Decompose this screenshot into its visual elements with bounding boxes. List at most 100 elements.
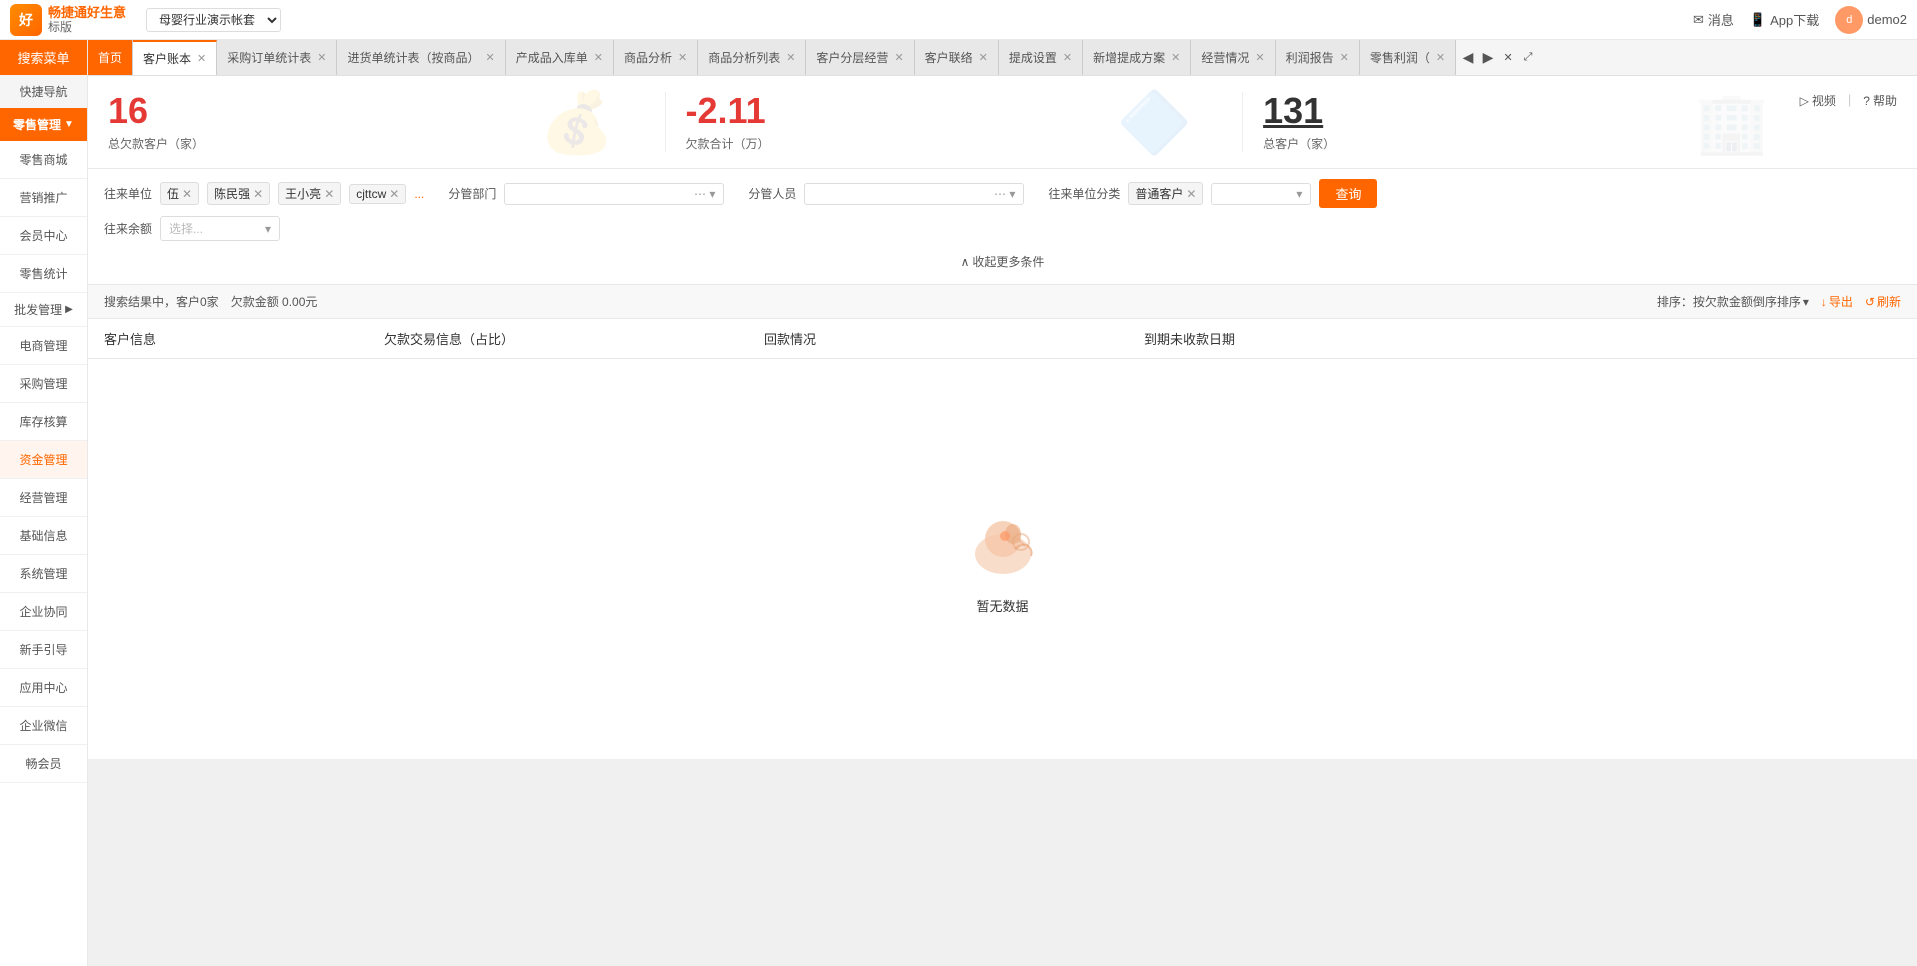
tab-new-promo[interactable]: 新增提成方案 ✕: [1083, 40, 1191, 76]
account-dropdown[interactable]: 母婴行业演示帐套: [146, 8, 281, 32]
sidebar-item-enterprise-wechat[interactable]: 企业微信: [0, 707, 87, 745]
filter-remain-label: 往来余额: [104, 220, 152, 237]
message-btn[interactable]: ✉ 消息: [1693, 10, 1734, 29]
tab-inbound-stats[interactable]: 进货单统计表（按商品） ✕: [337, 40, 505, 76]
query-button[interactable]: 查询: [1319, 179, 1377, 208]
filter-row-1: 往来单位 伍 ✕ 陈民强 ✕ 王小亮 ✕: [104, 179, 1901, 208]
stat-label-customers: 总欠款客户（家）: [108, 135, 204, 152]
tab-next-btn[interactable]: ▶: [1478, 40, 1498, 76]
sidebar-section-retail[interactable]: 零售管理 ▼: [0, 108, 87, 141]
app-download-btn[interactable]: 📱 App下载: [1750, 10, 1819, 29]
logo: 好 畅捷通好生意 标版: [10, 4, 126, 36]
tab-close-customer-contact[interactable]: ✕: [979, 51, 988, 64]
filter-category-dropdown[interactable]: ▾: [1211, 183, 1311, 205]
sidebar-item-basic-info[interactable]: 基础信息: [0, 517, 87, 555]
tab-profit-report[interactable]: 利润报告 ✕: [1276, 40, 1360, 76]
tab-close-inbound-stats[interactable]: ✕: [486, 51, 495, 64]
tab-close-product-analysis[interactable]: ✕: [678, 51, 687, 64]
filter-tag-unit-3: 王小亮 ✕: [278, 182, 341, 205]
tab-prev-btn[interactable]: ◀: [1458, 40, 1478, 76]
user-profile-btn[interactable]: d demo2: [1835, 6, 1907, 34]
export-icon: ↓: [1821, 295, 1827, 309]
tab-close-customer-accounts[interactable]: ✕: [197, 52, 206, 65]
filter-person-dropdown[interactable]: ⋯ ▾: [804, 183, 1024, 205]
sidebar-item-marketing[interactable]: 营销推广: [0, 179, 87, 217]
tab-maximize-btn[interactable]: ⤢: [1518, 40, 1538, 76]
sidebar-item-purchase[interactable]: 采购管理: [0, 365, 87, 403]
table-header: 客户信息 欠款交易信息（占比） 回款情况 到期未收款日期: [88, 319, 1917, 359]
col-header-due-date: 到期未收款日期: [1144, 329, 1901, 348]
search-result-label: 搜索结果中，客户0家: [104, 293, 219, 310]
filter-tag-category-1: 普通客户 ✕: [1128, 182, 1203, 205]
filter-remain-dropdown[interactable]: 选择... ▾: [160, 216, 280, 241]
tab-business-status[interactable]: 经营情况 ✕: [1191, 40, 1275, 76]
tab-close-promo-settings[interactable]: ✕: [1063, 51, 1072, 64]
sidebar-quick-nav[interactable]: 快捷导航: [0, 75, 87, 108]
remain-caret-icon: ▾: [265, 222, 271, 236]
tab-close-product-analysis-list[interactable]: ✕: [786, 51, 795, 64]
tab-product-analysis-list[interactable]: 商品分析列表 ✕: [698, 40, 806, 76]
filter-collapse-btn[interactable]: ∧ 收起更多条件: [104, 249, 1901, 274]
help-link[interactable]: ? 帮助: [1863, 92, 1897, 109]
video-link[interactable]: ▷ 视频: [1800, 92, 1836, 109]
results-bar: 搜索结果中，客户0家 欠款金额 0.00元 排序：按欠款金额倒序排序 ▾ ↓ 导…: [88, 285, 1917, 319]
col-header-debt: 欠款交易信息（占比）: [384, 329, 764, 348]
empty-text: 暂无数据: [976, 596, 1028, 615]
chevron-up-icon: ∧: [961, 255, 970, 269]
filter-dept-dropdown[interactable]: ⋯ ▾: [504, 183, 724, 205]
avatar: d: [1835, 6, 1863, 34]
filter-more-units[interactable]: ...: [414, 187, 424, 201]
sidebar-search[interactable]: 搜索菜单: [0, 40, 87, 75]
sidebar-item-app-center[interactable]: 应用中心: [0, 669, 87, 707]
sidebar-item-retail-shop[interactable]: 零售商城: [0, 141, 87, 179]
tab-close-retail-profit[interactable]: ✕: [1436, 51, 1445, 64]
stat-value-amount: -2.11: [686, 93, 770, 129]
top-actions: ▷ 视频 | ? 帮助: [1800, 92, 1897, 152]
empty-state: 暂无数据: [963, 444, 1043, 675]
filter-tag-remove-unit-2[interactable]: ✕: [253, 187, 263, 201]
sidebar-item-wholesale[interactable]: 批发管理 ▶: [0, 293, 87, 327]
refresh-icon: ↺: [1865, 295, 1875, 309]
sidebar-item-enterprise-collab[interactable]: 企业协同: [0, 593, 87, 631]
sidebar-item-members[interactable]: 会员中心: [0, 217, 87, 255]
tab-close-all-btn[interactable]: ✕: [1498, 40, 1518, 76]
sidebar-item-chang-member[interactable]: 畅会员: [0, 745, 87, 783]
tab-close-product-inbound[interactable]: ✕: [594, 51, 603, 64]
tab-purchase-orders[interactable]: 采购订单统计表 ✕: [217, 40, 337, 76]
tab-product-analysis[interactable]: 商品分析 ✕: [614, 40, 698, 76]
tab-close-new-promo[interactable]: ✕: [1171, 51, 1180, 64]
top-bar: 好 畅捷通好生意 标版 母婴行业演示帐套 ✉ 消息 📱 App下载 d demo…: [0, 0, 1917, 40]
filter-area: 往来单位 伍 ✕ 陈民强 ✕ 王小亮 ✕: [88, 169, 1917, 285]
sidebar-item-ecommerce[interactable]: 电商管理: [0, 327, 87, 365]
tab-close-purchase-orders[interactable]: ✕: [317, 51, 326, 64]
category-caret-icon: ▾: [1296, 187, 1302, 201]
filter-tag-remove-unit-3[interactable]: ✕: [324, 187, 334, 201]
filter-unit-label: 往来单位: [104, 185, 152, 202]
tab-home[interactable]: 首页: [88, 40, 133, 76]
filter-tag-remove-unit-4[interactable]: ✕: [389, 187, 399, 201]
sidebar-item-retail-stats[interactable]: 零售统计: [0, 255, 87, 293]
tab-close-profit-report[interactable]: ✕: [1340, 51, 1349, 64]
export-btn[interactable]: ↓ 导出: [1821, 293, 1853, 310]
sidebar-item-system[interactable]: 系统管理: [0, 555, 87, 593]
account-select[interactable]: 母婴行业演示帐套: [146, 8, 281, 32]
sort-btn[interactable]: 排序：按欠款金额倒序排序 ▾: [1657, 293, 1809, 310]
filter-tag-remove-category-1[interactable]: ✕: [1186, 187, 1196, 201]
tab-customer-accounts[interactable]: 客户账本 ✕: [133, 40, 217, 76]
tab-promo-settings[interactable]: 提成设置 ✕: [999, 40, 1083, 76]
tab-close-customer-segment[interactable]: ✕: [894, 51, 903, 64]
tab-navigation: ◀ ▶ ✕ ⤢: [1458, 40, 1538, 76]
sidebar-item-inventory[interactable]: 库存核算: [0, 403, 87, 441]
sidebar-item-new-user[interactable]: 新手引导: [0, 631, 87, 669]
sidebar-item-finance[interactable]: 资金管理: [0, 441, 87, 479]
tab-close-business-status[interactable]: ✕: [1255, 51, 1264, 64]
tab-customer-contact[interactable]: 客户联络 ✕: [915, 40, 999, 76]
sidebar-item-operations[interactable]: 经营管理: [0, 479, 87, 517]
tab-retail-profit[interactable]: 零售利润（ ✕: [1360, 40, 1456, 76]
table-body: 暂无数据: [88, 359, 1917, 759]
refresh-btn[interactable]: ↺ 刷新: [1865, 293, 1901, 310]
tab-customer-segment[interactable]: 客户分层经营 ✕: [806, 40, 914, 76]
tab-product-inbound[interactable]: 产成品入库单 ✕: [506, 40, 614, 76]
filter-tag-remove-unit-1[interactable]: ✕: [182, 187, 192, 201]
sort-caret-icon: ▾: [1803, 295, 1809, 309]
